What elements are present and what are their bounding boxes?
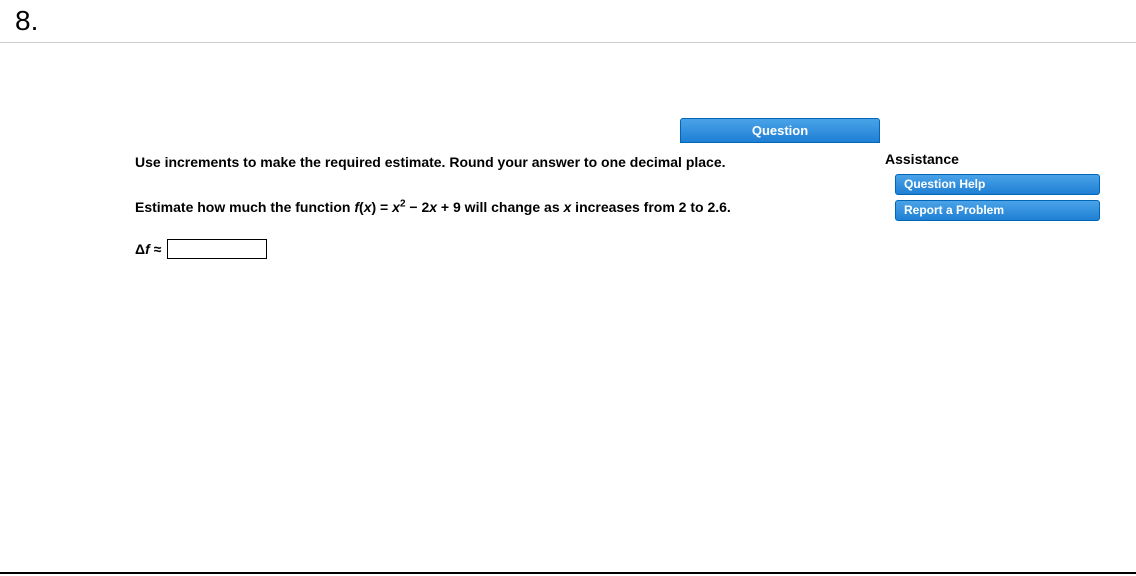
fn-x2: x: [392, 199, 400, 215]
fn-x1: x: [364, 199, 372, 215]
header-divider: [0, 42, 1136, 43]
question-number: 8.: [15, 5, 38, 37]
answer-row: Δf ≈: [135, 239, 1095, 259]
question-tab[interactable]: Question: [680, 118, 880, 143]
estimate-prefix: Estimate how much the function: [135, 199, 354, 215]
question-help-button[interactable]: Question Help: [895, 174, 1100, 195]
report-problem-button[interactable]: Report a Problem: [895, 200, 1100, 221]
estimate-text: Estimate how much the function f(x) = x2…: [135, 196, 855, 218]
bottom-border: [0, 572, 1136, 574]
eq: =: [376, 199, 392, 215]
answer-label: Δf ≈: [135, 241, 161, 257]
answer-input[interactable]: [167, 239, 267, 259]
plus-term: + 9: [437, 199, 461, 215]
assistance-panel: Assistance Question Help Report a Proble…: [885, 151, 1105, 226]
delta-symbol: Δ: [135, 241, 145, 257]
content-area: Question Use increments to make the requ…: [135, 120, 1095, 259]
prompt-text: Use increments to make the required esti…: [135, 151, 855, 173]
minus-term: − 2: [406, 199, 430, 215]
estimate-suffix: increases from 2 to 2.6.: [571, 199, 731, 215]
fn-x3: x: [429, 199, 437, 215]
approx-symbol: ≈: [150, 241, 162, 257]
assistance-heading: Assistance: [885, 151, 1105, 167]
estimate-middle: will change as: [461, 199, 564, 215]
